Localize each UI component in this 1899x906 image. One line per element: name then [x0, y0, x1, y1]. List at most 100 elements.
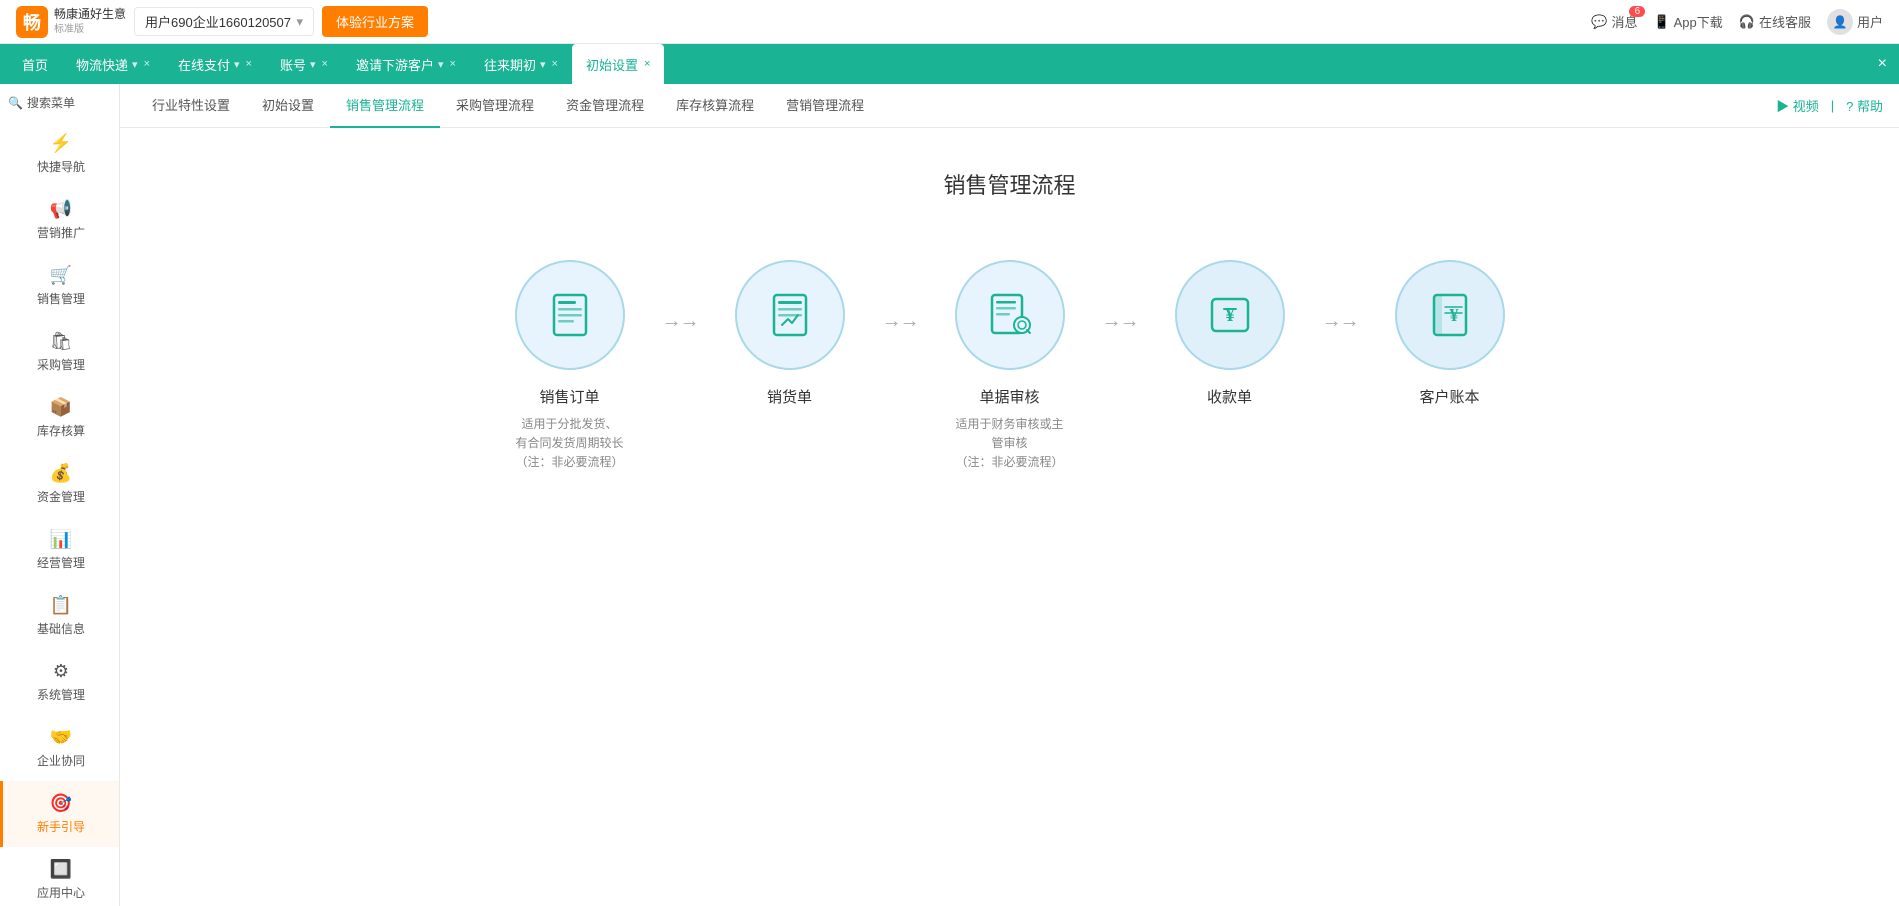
purchase-icon: 🛍 — [50, 331, 73, 352]
nav-tab-initial-setup[interactable]: 初始设置 × — [572, 44, 664, 84]
user-avatar-button[interactable]: 👤 用户 — [1827, 9, 1883, 35]
chevron-down-icon: ▾ — [438, 58, 444, 71]
sub-tab-marketing-flow[interactable]: 营销管理流程 — [770, 84, 880, 128]
svg-text:¥: ¥ — [1449, 305, 1458, 325]
step-circle-review[interactable] — [955, 260, 1065, 370]
service-icon: 🎧 — [1739, 14, 1755, 30]
arrow-2: →→ — [870, 260, 930, 333]
app-center-icon: 🔲 — [50, 859, 72, 880]
sidebar-item-quick-nav[interactable]: ⚡ 快捷导航 — [0, 121, 119, 187]
step-name-delivery: 销货单 — [767, 386, 812, 407]
step-circle-order[interactable] — [515, 260, 625, 370]
sidebar-item-purchase[interactable]: 🛍 采购管理 — [0, 319, 119, 385]
sub-tab-inventory-flow[interactable]: 库存核算流程 — [660, 84, 770, 128]
chevron-down-icon: ▾ — [234, 58, 240, 71]
message-button[interactable]: 💬 消息 6 — [1591, 12, 1637, 31]
close-icon[interactable]: × — [552, 58, 558, 70]
system-icon: ⚙ — [53, 661, 69, 682]
step-circle-ledger[interactable]: ¥ — [1395, 260, 1505, 370]
close-icon[interactable]: × — [144, 58, 150, 70]
app-icon: 📱 — [1653, 14, 1669, 30]
help-link[interactable]: ? 帮助 — [1846, 96, 1883, 115]
sub-tabs: 行业特性设置 初始设置 销售管理流程 采购管理流程 资金管理流程 库存核算流程 … — [120, 84, 1899, 128]
app-download-button[interactable]: 📱 App下载 — [1653, 12, 1722, 31]
sidebar-item-inventory[interactable]: 📦 库存核算 — [0, 385, 119, 451]
inventory-icon: 📦 — [50, 397, 72, 418]
flow-step-ledger: ¥ 客户账本 — [1370, 260, 1530, 415]
sub-tab-industry[interactable]: 行业特性设置 — [136, 84, 246, 128]
sidebar-item-system[interactable]: ⚙ 系统管理 — [0, 649, 119, 715]
step-name-ledger: 客户账本 — [1419, 386, 1479, 407]
payment-icon: ¥ — [1204, 289, 1256, 341]
content-area: 行业特性设置 初始设置 销售管理流程 采购管理流程 资金管理流程 库存核算流程 … — [120, 84, 1899, 906]
online-service-button[interactable]: 🎧 在线客服 — [1739, 12, 1811, 31]
nav-tab-payment[interactable]: 在线支付 ▾ × — [164, 44, 266, 84]
step-circle-delivery[interactable] — [735, 260, 845, 370]
sidebar-item-sales[interactable]: 🛒 销售管理 — [0, 253, 119, 319]
quick-nav-icon: ⚡ — [50, 133, 72, 154]
trial-button[interactable]: 体验行业方案 — [322, 6, 428, 37]
play-icon: ▶ — [1776, 99, 1789, 114]
close-icon[interactable]: × — [322, 58, 328, 70]
order-icon — [544, 289, 596, 341]
svg-text:¥: ¥ — [1225, 304, 1235, 326]
sidebar-item-marketing[interactable]: 📢 营销推广 — [0, 187, 119, 253]
review-icon — [984, 289, 1036, 341]
user-selector[interactable]: 用户690企业1660120507 ▾ — [134, 7, 314, 36]
step-desc-review: 适用于财务审核或主管审核（注：非必要流程） — [955, 415, 1063, 473]
nav-tab-home[interactable]: 首页 — [8, 44, 62, 84]
base-info-icon: 📋 — [50, 595, 72, 616]
top-header: 畅 畅康通好生意 标准版 用户690企业1660120507 ▾ 体验行业方案 … — [0, 0, 1899, 44]
nav-tabs: 首页 物流快递 ▾ × 在线支付 ▾ × 账号 ▾ × 邀请下游客户 ▾ × 往… — [0, 44, 1899, 84]
main-layout: 🔍 搜索菜单 ⚡ 快捷导航 📢 营销推广 🛒 销售管理 🛍 采购管理 📦 库存核… — [0, 84, 1899, 906]
sub-tab-purchase-flow[interactable]: 采购管理流程 — [440, 84, 550, 128]
message-icon: 💬 — [1591, 14, 1607, 30]
chevron-down-icon: ▾ — [296, 14, 303, 30]
close-icon[interactable]: × — [450, 58, 456, 70]
search-menu-button[interactable]: 🔍 搜索菜单 — [0, 84, 119, 121]
ledger-icon: ¥ — [1424, 289, 1476, 341]
close-icon[interactable]: × — [246, 58, 252, 70]
arrow-3: →→ — [1090, 260, 1150, 333]
guide-icon: 🎯 — [50, 793, 72, 814]
nav-tab-invite[interactable]: 邀请下游客户 ▾ × — [342, 44, 470, 84]
sub-tab-sales-flow[interactable]: 销售管理流程 — [330, 84, 440, 128]
flow-step-review: 单据审核 适用于财务审核或主管审核（注：非必要流程） — [930, 260, 1090, 473]
flow-step-payment: ¥ 收款单 — [1150, 260, 1310, 415]
chevron-down-icon: ▾ — [310, 58, 316, 71]
video-link[interactable]: ▶ 视频 — [1776, 96, 1819, 115]
nav-tab-account[interactable]: 账号 ▾ × — [266, 44, 342, 84]
step-name-order: 销售订单 — [539, 386, 599, 407]
delivery-icon — [764, 289, 816, 341]
chevron-down-icon: ▾ — [132, 58, 138, 71]
marketing-icon: 📢 — [50, 199, 72, 220]
sub-tab-finance-flow[interactable]: 资金管理流程 — [550, 84, 660, 128]
sidebar-item-finance[interactable]: 💰 资金管理 — [0, 451, 119, 517]
flow-step-delivery: 销货单 — [710, 260, 870, 415]
nav-tab-period[interactable]: 往来期初 ▾ × — [470, 44, 572, 84]
step-name-review: 单据审核 — [979, 386, 1039, 407]
finance-icon: 💰 — [50, 463, 72, 484]
sub-tab-initial[interactable]: 初始设置 — [246, 84, 330, 128]
sidebar-item-enterprise[interactable]: 🤝 企业协同 — [0, 715, 119, 781]
nav-close-button[interactable]: × — [1878, 55, 1887, 73]
sidebar-item-base-info[interactable]: 📋 基础信息 — [0, 583, 119, 649]
sidebar-item-operations[interactable]: 📊 经营管理 — [0, 517, 119, 583]
avatar: 👤 — [1827, 9, 1853, 35]
sidebar-item-app-center[interactable]: 🔲 应用中心 — [0, 847, 119, 906]
sidebar: 🔍 搜索菜单 ⚡ 快捷导航 📢 营销推广 🛒 销售管理 🛍 采购管理 📦 库存核… — [0, 84, 120, 906]
header-right: 💬 消息 6 📱 App下载 🎧 在线客服 👤 用户 — [1591, 9, 1883, 35]
nav-tab-logistics[interactable]: 物流快递 ▾ × — [62, 44, 164, 84]
flow-container: 销售订单 适用于分批发货、有合同发货周期较长（注：非必要流程） →→ — [490, 260, 1530, 473]
sidebar-item-guide[interactable]: 🎯 新手引导 — [0, 781, 119, 847]
step-name-payment: 收款单 — [1207, 386, 1252, 407]
flow-step-order: 销售订单 适用于分批发货、有合同发货周期较长（注：非必要流程） — [490, 260, 650, 473]
header-left: 畅 畅康通好生意 标准版 用户690企业1660120507 ▾ 体验行业方案 — [16, 6, 428, 38]
logo-area: 畅 畅康通好生意 标准版 — [16, 6, 126, 38]
enterprise-icon: 🤝 — [50, 727, 72, 748]
arrow-1: →→ — [650, 260, 710, 333]
close-icon[interactable]: × — [644, 58, 650, 70]
process-title: 销售管理流程 — [943, 168, 1075, 200]
step-circle-payment[interactable]: ¥ — [1175, 260, 1285, 370]
step-desc-order: 适用于分批发货、有合同发货周期较长（注：非必要流程） — [515, 415, 623, 473]
